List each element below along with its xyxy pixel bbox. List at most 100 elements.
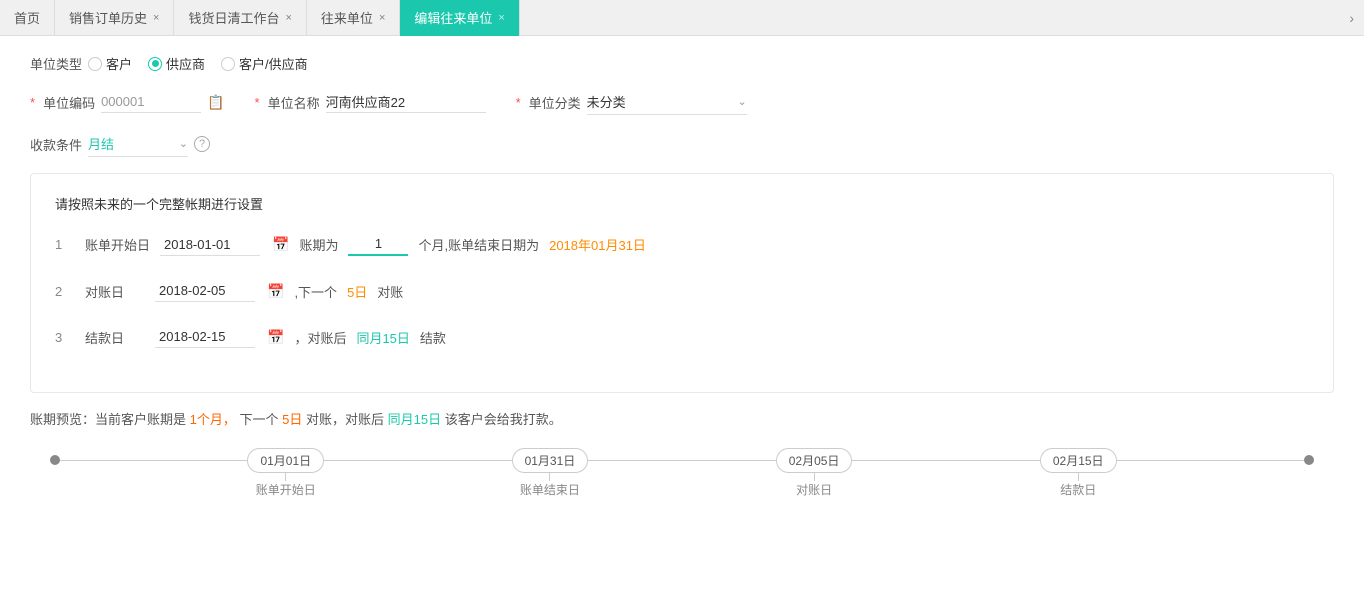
row-label-3: 结款日 bbox=[85, 328, 145, 347]
setting-row-3: 3 结款日 📅 ，对账后 同月15日 结款 bbox=[55, 326, 1309, 348]
tl-stem-1 bbox=[285, 473, 286, 481]
unit-name-field: * 单位名称 bbox=[255, 91, 486, 113]
preview-text: 账期预览：当前客户账期是 1个月， 下一个 5日 对账，对账后 同月15日 该客… bbox=[30, 409, 1334, 428]
payment-terms-field: 收款条件 月结 ⌄ ? bbox=[30, 131, 210, 157]
radio-supplier[interactable]: 供应商 bbox=[148, 54, 205, 73]
timeline-label-4: 结款日 bbox=[1060, 481, 1096, 498]
payment-suffix: ，对账后 bbox=[294, 328, 346, 347]
preview-suffix: 该客户会给我打款。 bbox=[445, 412, 562, 427]
tab-cash-work[interactable]: 钱货日清工作台 × bbox=[174, 0, 306, 36]
tab-arrow[interactable]: › bbox=[1339, 0, 1364, 36]
reconcile-date-calendar-icon[interactable]: 📅 bbox=[267, 283, 284, 300]
period-suffix: 个月,账单结束日期为 bbox=[418, 235, 539, 254]
timeline-start-dot bbox=[50, 448, 60, 465]
unit-name-label: 单位名称 bbox=[268, 93, 320, 112]
tl-stem-3 bbox=[814, 473, 815, 481]
reconcile-suffix: ,下一个 bbox=[294, 282, 337, 301]
timeline-node-1: 01月01日 账单开始日 bbox=[247, 448, 324, 498]
row-label-1: 账单开始日 bbox=[85, 235, 150, 254]
radio-supplier-label: 供应商 bbox=[166, 54, 205, 73]
radio-supplier-circle bbox=[148, 57, 162, 71]
unit-category-arrow: ⌄ bbox=[737, 95, 746, 108]
unit-category-select[interactable]: 未分类 ⌄ bbox=[587, 89, 747, 115]
unit-code-field: * 单位编码 📋 bbox=[30, 91, 225, 113]
setting-row-2: 2 对账日 📅 ,下一个 5日 对账 bbox=[55, 280, 1309, 302]
payment-terms-arrow: ⌄ bbox=[179, 137, 188, 150]
payment-terms-row: 收款条件 月结 ⌄ ? bbox=[30, 131, 1334, 157]
setting-row-1: 1 账单开始日 📅 账期为 个月,账单结束日期为 2018年01月31日 bbox=[55, 233, 1309, 256]
tab-partner-label: 往来单位 bbox=[321, 8, 373, 27]
reconcile-date-input[interactable] bbox=[155, 280, 255, 302]
timeline-end-circle bbox=[1304, 455, 1314, 465]
unit-info-row: * 单位编码 📋 * 单位名称 * 单位分类 未分类 ⌄ bbox=[30, 89, 1334, 115]
payment-suffix2: 结款 bbox=[420, 328, 446, 347]
timeline-container: 01月01日 账单开始日 01月31日 账单结束日 02月05日 对账日 bbox=[30, 448, 1334, 498]
timeline-label-1: 账单开始日 bbox=[256, 481, 316, 498]
radio-customer[interactable]: 客户 bbox=[88, 54, 132, 73]
unit-category-label: 单位分类 bbox=[529, 93, 581, 112]
timeline-bubble-1: 01月01日 bbox=[247, 448, 324, 473]
row-num-1: 1 bbox=[55, 237, 75, 252]
tab-bar: 首页 销售订单历史 × 钱货日清工作台 × 往来单位 × 编辑往来单位 × › bbox=[0, 0, 1364, 36]
timeline-node-4: 02月15日 结款日 bbox=[1040, 448, 1117, 498]
timeline-end-dot bbox=[1304, 448, 1314, 465]
start-date-input[interactable] bbox=[160, 234, 260, 256]
timeline-bubble-3: 02月05日 bbox=[776, 448, 853, 473]
unit-type-field: 单位类型 客户 供应商 客户/供应商 bbox=[30, 54, 308, 73]
unit-code-required: * bbox=[30, 95, 35, 110]
unit-category-value: 未分类 bbox=[587, 92, 738, 111]
tab-home-label: 首页 bbox=[14, 8, 40, 27]
tab-edit-partner-label: 编辑往来单位 bbox=[414, 8, 492, 27]
radio-both-circle bbox=[221, 57, 235, 71]
settings-card: 请按照未来的一个完整帐期进行设置 1 账单开始日 📅 账期为 个月,账单结束日期… bbox=[30, 173, 1334, 393]
row-num-3: 3 bbox=[55, 330, 75, 345]
main-content: 单位类型 客户 供应商 客户/供应商 * 单位编码 bbox=[0, 36, 1364, 608]
payment-terms-label: 收款条件 bbox=[30, 135, 82, 154]
tab-home[interactable]: 首页 bbox=[0, 0, 55, 36]
radio-customer-circle bbox=[88, 57, 102, 71]
tab-sales-history-close[interactable]: × bbox=[153, 12, 159, 24]
tab-edit-partner[interactable]: 编辑往来单位 × bbox=[400, 0, 519, 36]
copy-icon[interactable]: 📋 bbox=[207, 94, 224, 111]
row-label-2: 对账日 bbox=[85, 282, 145, 301]
preview-payment-day: 同月15日 bbox=[388, 412, 441, 427]
tl-stem-2 bbox=[549, 473, 550, 481]
help-icon[interactable]: ? bbox=[194, 136, 210, 152]
timeline-node-3: 02月05日 对账日 bbox=[776, 448, 853, 498]
unit-type-label: 单位类型 bbox=[30, 54, 82, 73]
payment-date-calendar-icon[interactable]: 📅 bbox=[267, 329, 284, 346]
preview-reconcile-day: 5日 bbox=[282, 412, 302, 427]
payment-terms-value: 月结 bbox=[88, 134, 179, 153]
tab-partner[interactable]: 往来单位 × bbox=[307, 0, 400, 36]
tab-cash-work-label: 钱货日清工作台 bbox=[188, 8, 279, 27]
tl-stem-4 bbox=[1078, 473, 1079, 481]
period-input[interactable] bbox=[348, 233, 408, 256]
unit-type-radio-group: 客户 供应商 客户/供应商 bbox=[88, 54, 308, 73]
payment-day-highlight: 同月15日 bbox=[356, 328, 409, 347]
unit-name-input[interactable] bbox=[326, 91, 486, 113]
tab-sales-history[interactable]: 销售订单历史 × bbox=[55, 0, 174, 36]
tab-edit-partner-close[interactable]: × bbox=[498, 12, 504, 24]
radio-both[interactable]: 客户/供应商 bbox=[221, 54, 308, 73]
reconcile-day-highlight: 5日 bbox=[347, 282, 367, 301]
tab-cash-work-close[interactable]: × bbox=[285, 12, 291, 24]
timeline-nodes: 01月01日 账单开始日 01月31日 账单结束日 02月05日 对账日 bbox=[50, 448, 1314, 498]
timeline-node-2: 01月31日 账单结束日 bbox=[512, 448, 589, 498]
tab-partner-close[interactable]: × bbox=[379, 12, 385, 24]
reconcile-suffix2: 对账 bbox=[377, 282, 403, 301]
preview-reconcile-suffix: 对账，对账后 bbox=[306, 412, 384, 427]
preview-prefix: 账期预览：当前客户账期是 bbox=[30, 412, 186, 427]
unit-name-required: * bbox=[255, 95, 260, 110]
unit-category-field: * 单位分类 未分类 ⌄ bbox=[516, 89, 747, 115]
radio-customer-label: 客户 bbox=[106, 54, 132, 73]
preview-period: 1个月， bbox=[190, 412, 236, 427]
unit-type-row: 单位类型 客户 供应商 客户/供应商 bbox=[30, 54, 1334, 73]
tab-sales-history-label: 销售订单历史 bbox=[69, 8, 147, 27]
payment-date-input[interactable] bbox=[155, 326, 255, 348]
start-date-calendar-icon[interactable]: 📅 bbox=[272, 236, 289, 253]
timeline-label-2: 账单结束日 bbox=[520, 481, 580, 498]
unit-code-input[interactable] bbox=[101, 91, 201, 113]
payment-terms-select[interactable]: 月结 ⌄ bbox=[88, 131, 188, 157]
timeline-bubble-4: 02月15日 bbox=[1040, 448, 1117, 473]
timeline: 01月01日 账单开始日 01月31日 账单结束日 02月05日 对账日 bbox=[50, 448, 1314, 498]
